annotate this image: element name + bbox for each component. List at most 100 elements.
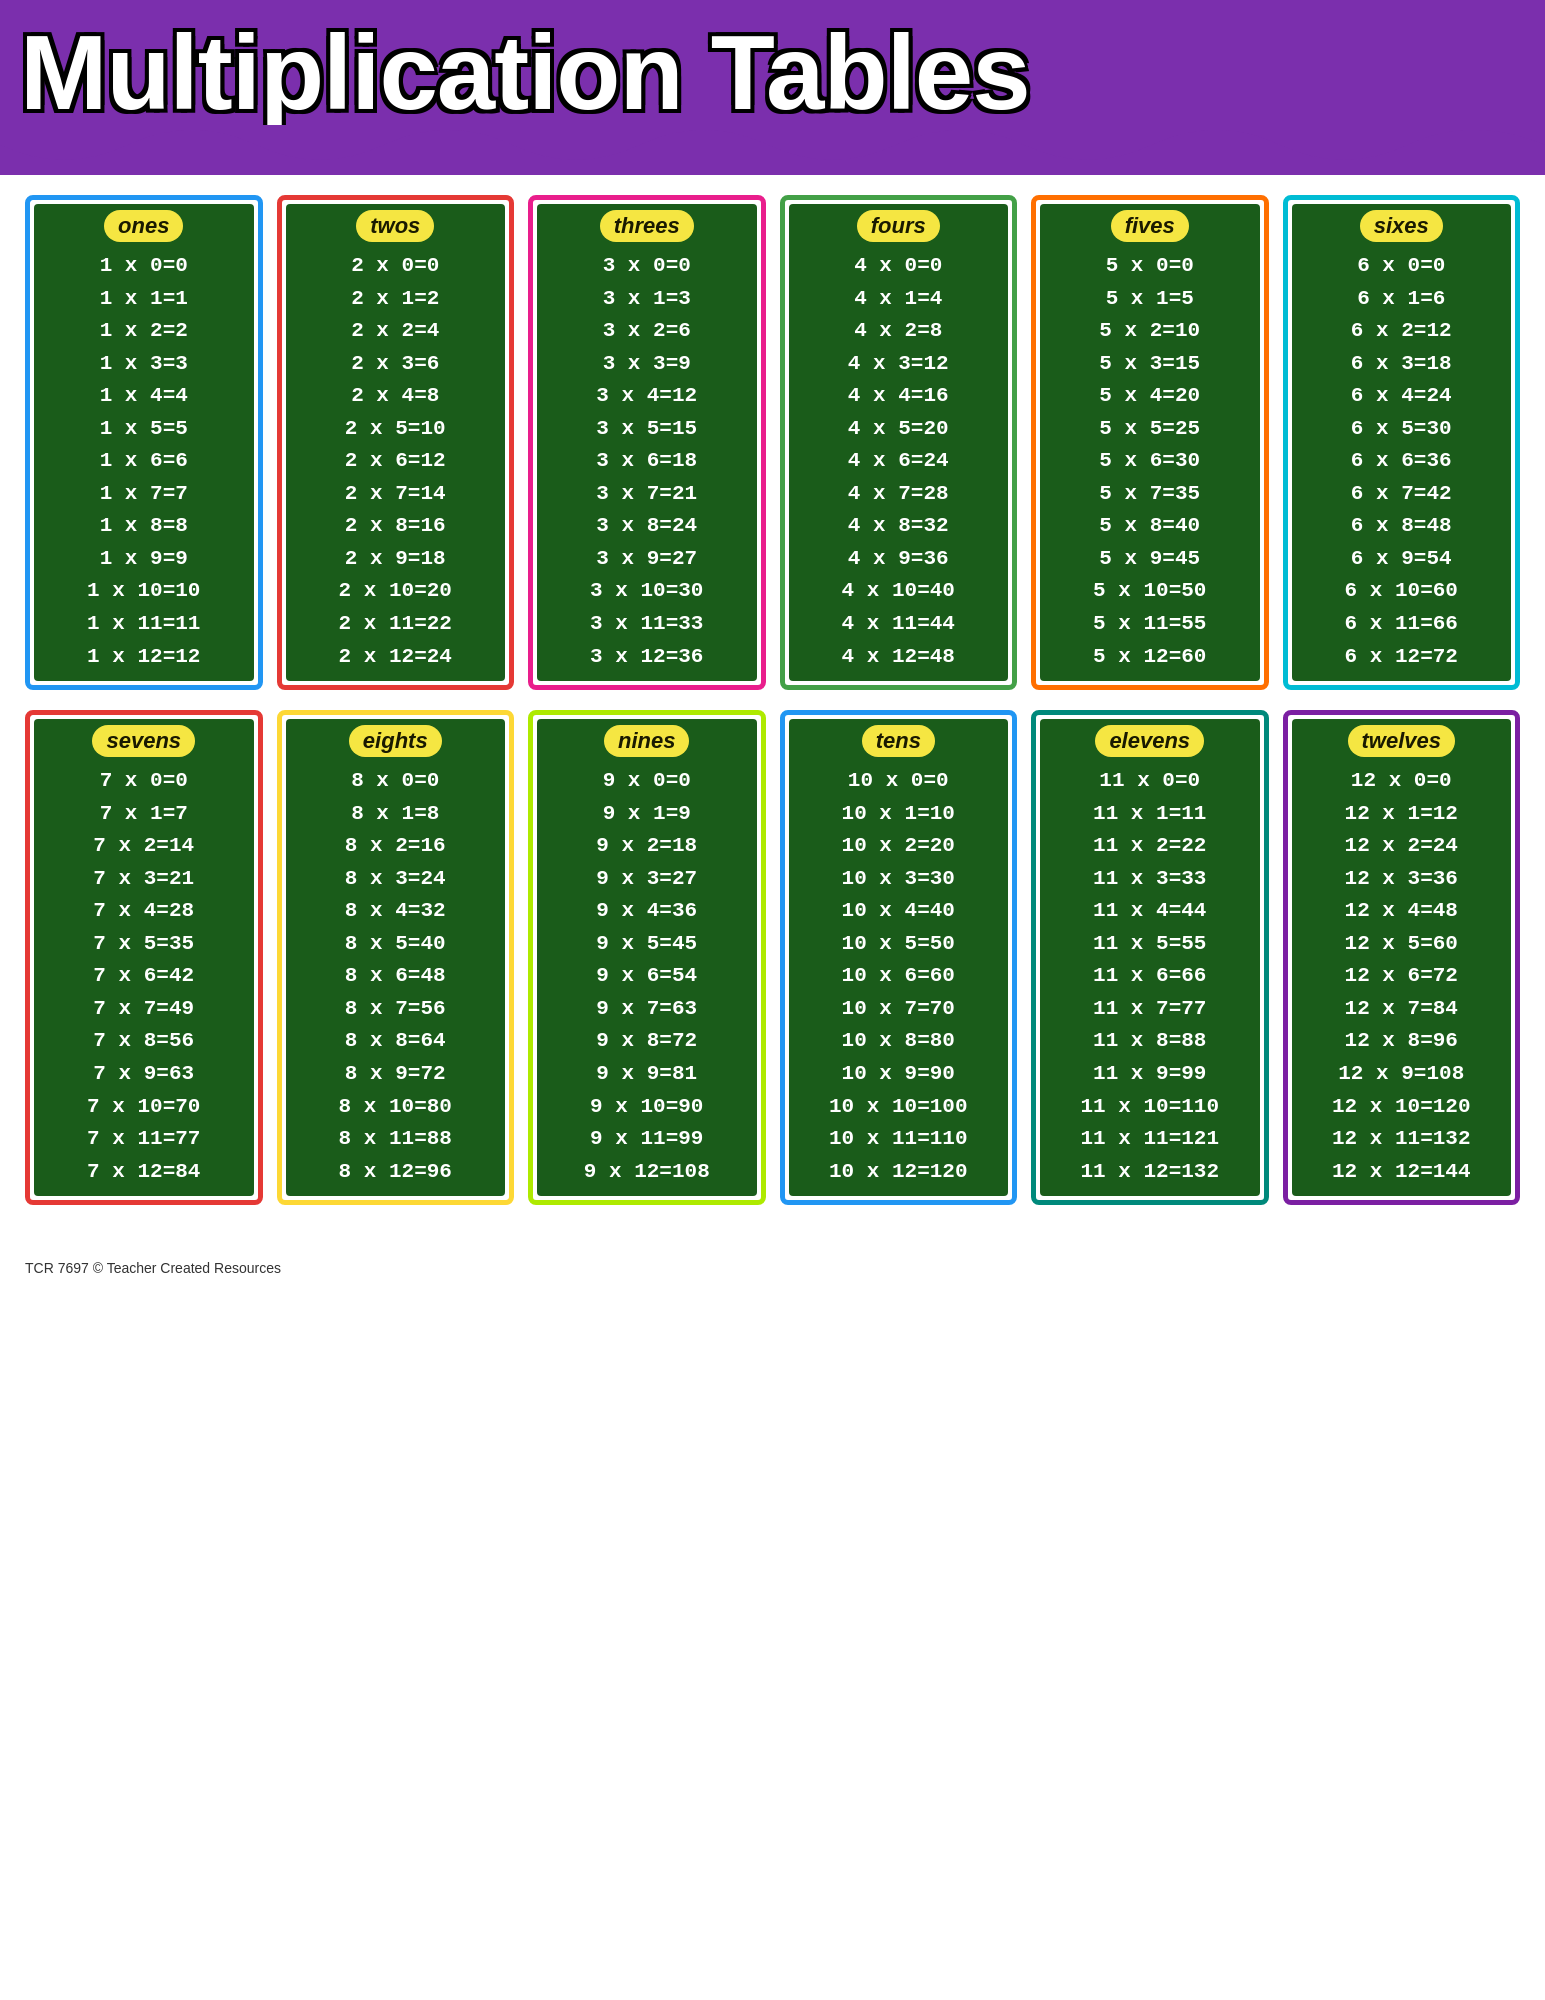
table-row: 5 x 12=60 — [1093, 641, 1206, 674]
footer: TCR 7697 © Teacher Created Resources — [0, 1255, 1545, 1281]
table-row: 8 x 10=80 — [339, 1091, 452, 1124]
table-row: 11 x 0=0 — [1099, 765, 1200, 798]
table-row: 8 x 11=88 — [339, 1123, 452, 1156]
table-title-ones: ones — [104, 210, 183, 242]
table-title-sixes: sixes — [1360, 210, 1443, 242]
table-row: 11 x 3=33 — [1093, 863, 1206, 896]
table-title-sevens: sevens — [92, 725, 195, 757]
table-row: 10 x 6=60 — [842, 960, 955, 993]
table-row: 1 x 4=4 — [100, 380, 188, 413]
table-row: 9 x 9=81 — [596, 1058, 697, 1091]
table-row: 3 x 6=18 — [596, 445, 697, 478]
table-row: 4 x 1=4 — [854, 283, 942, 316]
table-row: 6 x 7=42 — [1351, 478, 1452, 511]
table-row: 11 x 8=88 — [1093, 1025, 1206, 1058]
table-title-fives: fives — [1111, 210, 1189, 242]
table-title-tens: tens — [862, 725, 935, 757]
table-row: 9 x 5=45 — [596, 928, 697, 961]
table-row: 5 x 4=20 — [1099, 380, 1200, 413]
table-row: 7 x 4=28 — [93, 895, 194, 928]
table-row: 3 x 5=15 — [596, 413, 697, 446]
table-row: 2 x 2=4 — [351, 315, 439, 348]
table-row: 11 x 10=110 — [1080, 1091, 1219, 1124]
table-row: 8 x 4=32 — [345, 895, 446, 928]
table-row: 12 x 2=24 — [1345, 830, 1458, 863]
table-title-twos: twos — [356, 210, 434, 242]
table-row: 12 x 7=84 — [1345, 993, 1458, 1026]
table-row: 10 x 9=90 — [842, 1058, 955, 1091]
table-row: 9 x 3=27 — [596, 863, 697, 896]
table-row: 1 x 10=10 — [87, 575, 200, 608]
table-row: 6 x 5=30 — [1351, 413, 1452, 446]
table-row: 2 x 5=10 — [345, 413, 446, 446]
table-row: 4 x 4=16 — [848, 380, 949, 413]
table-row: 7 x 1=7 — [100, 798, 188, 831]
table-row: 1 x 3=3 — [100, 348, 188, 381]
table-row: 1 x 2=2 — [100, 315, 188, 348]
table-row: 2 x 10=20 — [339, 575, 452, 608]
table-row: 7 x 5=35 — [93, 928, 194, 961]
table-row: 12 x 0=0 — [1351, 765, 1452, 798]
table-row: 10 x 12=120 — [829, 1156, 968, 1189]
table-row: 8 x 12=96 — [339, 1156, 452, 1189]
table-row: 7 x 11=77 — [87, 1123, 200, 1156]
table-row: 6 x 3=18 — [1351, 348, 1452, 381]
table-row: 2 x 8=16 — [345, 510, 446, 543]
table-row: 3 x 0=0 — [603, 250, 691, 283]
table-row: 7 x 0=0 — [100, 765, 188, 798]
table-row: 3 x 10=30 — [590, 575, 703, 608]
table-title-twelves: twelves — [1348, 725, 1456, 757]
table-row: 11 x 4=44 — [1093, 895, 1206, 928]
table-row: 2 x 9=18 — [345, 543, 446, 576]
table-row: 10 x 2=20 — [842, 830, 955, 863]
table-row: 3 x 11=33 — [590, 608, 703, 641]
table-row: 1 x 7=7 — [100, 478, 188, 511]
table-row: 5 x 11=55 — [1093, 608, 1206, 641]
table-row: 11 x 7=77 — [1093, 993, 1206, 1026]
table-row: 2 x 12=24 — [339, 641, 452, 674]
table-card-eights: eights8 x 0=08 x 1=88 x 2=168 x 3=248 x … — [277, 710, 515, 1205]
table-row: 4 x 8=32 — [848, 510, 949, 543]
table-row: 3 x 9=27 — [596, 543, 697, 576]
table-row: 9 x 12=108 — [584, 1156, 710, 1189]
table-row: 1 x 8=8 — [100, 510, 188, 543]
table-row: 5 x 8=40 — [1099, 510, 1200, 543]
table-row: 5 x 6=30 — [1099, 445, 1200, 478]
table-card-twelves: twelves12 x 0=012 x 1=1212 x 2=2412 x 3=… — [1283, 710, 1521, 1205]
table-row: 7 x 2=14 — [93, 830, 194, 863]
table-row: 12 x 1=12 — [1345, 798, 1458, 831]
table-row: 5 x 9=45 — [1099, 543, 1200, 576]
table-row: 10 x 8=80 — [842, 1025, 955, 1058]
table-row: 2 x 7=14 — [345, 478, 446, 511]
table-row: 1 x 1=1 — [100, 283, 188, 316]
table-row: 3 x 8=24 — [596, 510, 697, 543]
table-row: 8 x 5=40 — [345, 928, 446, 961]
table-title-nines: nines — [604, 725, 689, 757]
table-row: 7 x 10=70 — [87, 1091, 200, 1124]
table-card-ones: ones1 x 0=01 x 1=11 x 2=21 x 3=31 x 4=41… — [25, 195, 263, 690]
table-row: 2 x 0=0 — [351, 250, 439, 283]
table-row: 8 x 2=16 — [345, 830, 446, 863]
table-row: 5 x 2=10 — [1099, 315, 1200, 348]
table-row: 4 x 12=48 — [842, 641, 955, 674]
table-row: 5 x 7=35 — [1099, 478, 1200, 511]
table-row: 9 x 8=72 — [596, 1025, 697, 1058]
table-row: 10 x 3=30 — [842, 863, 955, 896]
table-row: 11 x 5=55 — [1093, 928, 1206, 961]
header-wave — [0, 125, 1545, 175]
table-row: 6 x 10=60 — [1345, 575, 1458, 608]
table-row: 2 x 6=12 — [345, 445, 446, 478]
table-row: 8 x 3=24 — [345, 863, 446, 896]
table-row: 1 x 6=6 — [100, 445, 188, 478]
table-row: 6 x 2=12 — [1351, 315, 1452, 348]
table-row: 4 x 9=36 — [848, 543, 949, 576]
table-row: 6 x 6=36 — [1351, 445, 1452, 478]
table-row: 9 x 10=90 — [590, 1091, 703, 1124]
table-row: 7 x 3=21 — [93, 863, 194, 896]
table-row: 4 x 2=8 — [854, 315, 942, 348]
table-row: 5 x 10=50 — [1093, 575, 1206, 608]
table-row: 4 x 3=12 — [848, 348, 949, 381]
table-card-tens: tens10 x 0=010 x 1=1010 x 2=2010 x 3=301… — [780, 710, 1018, 1205]
table-row: 3 x 1=3 — [603, 283, 691, 316]
table-row: 6 x 0=0 — [1357, 250, 1445, 283]
